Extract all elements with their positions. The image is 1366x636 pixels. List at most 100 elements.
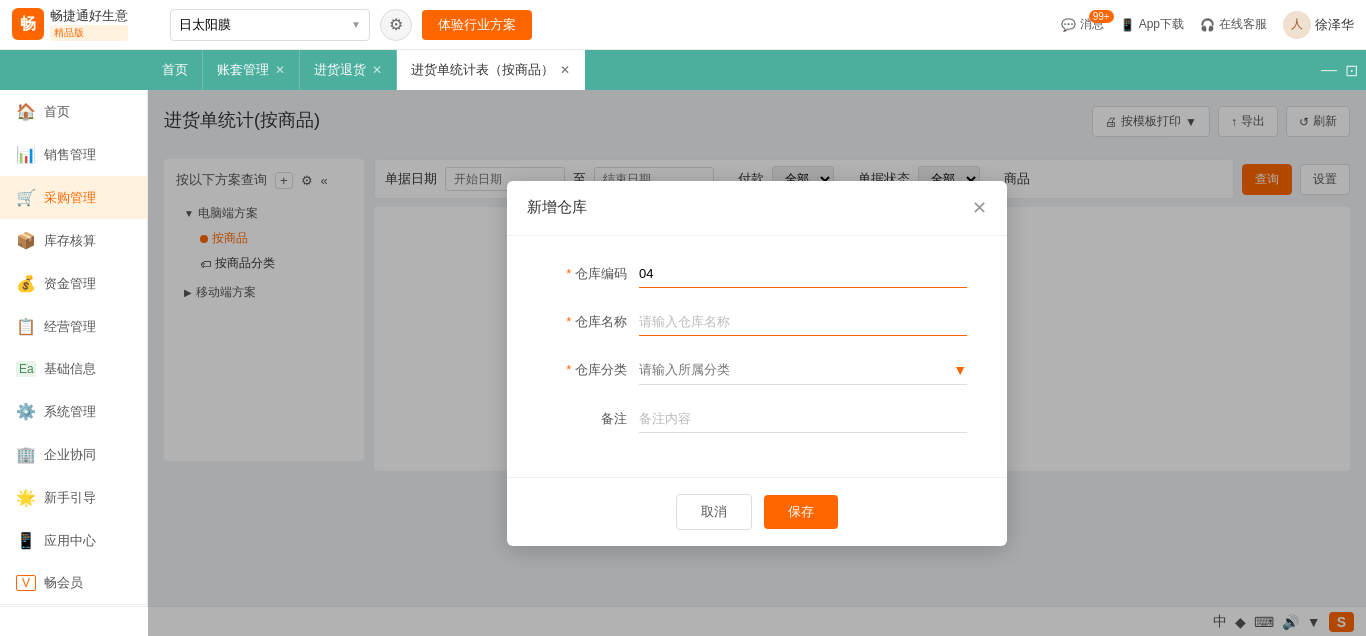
sidebar-item-purchase-label: 采购管理 [44, 189, 96, 207]
form-row-name: 仓库名称 [547, 308, 967, 336]
name-input[interactable] [639, 308, 967, 336]
tab-home[interactable]: 首页 [148, 50, 203, 90]
avatar: 人 [1283, 11, 1311, 39]
sidebar-item-guide-label: 新手引导 [44, 489, 96, 507]
system-icon: ⚙️ [16, 402, 36, 421]
inventory-icon: 📦 [16, 231, 36, 250]
app-edition: 精品版 [50, 25, 128, 41]
dialog-footer: 取消 保存 [507, 477, 1007, 546]
sidebar-item-apps[interactable]: 📱 应用中心 [0, 519, 147, 562]
sidebar-item-operations[interactable]: 📋 经营管理 [0, 305, 147, 348]
modal-overlay: 新增仓库 ✕ 仓库编码 仓库名称 仓库 [148, 90, 1366, 636]
content-area: 进货单统计(按商品) 🖨 按模板打印 ▼ ↑ 导出 ↺ 刷新 [148, 90, 1366, 636]
cancel-button[interactable]: 取消 [676, 494, 752, 530]
sidebar-item-basic-info-label: 基础信息 [44, 360, 96, 378]
settings-button[interactable]: ⚙ [380, 9, 412, 41]
message-badge: 99+ [1089, 10, 1114, 23]
main-layout: 🏠 首页 📊 销售管理 🛒 采购管理 📦 库存核算 💰 资金管理 📋 经营管理 … [0, 90, 1366, 636]
dialog-close-button[interactable]: ✕ [972, 197, 987, 219]
tab-home-label: 首页 [162, 61, 188, 79]
name-label: 仓库名称 [547, 313, 627, 331]
sidebar-item-vip[interactable]: V 畅会员 [0, 562, 147, 604]
tab-controls: — ⊡ [1321, 61, 1366, 80]
sidebar-item-enterprise[interactable]: 🏢 企业协同 [0, 433, 147, 476]
note-label: 备注 [547, 410, 627, 428]
sidebar-item-system[interactable]: ⚙️ 系统管理 [0, 390, 147, 433]
header-right: 💬 消息 99+ 📱 App下载 🎧 在线客服 人 徐泽华 [1061, 11, 1354, 39]
guide-icon: 🌟 [16, 488, 36, 507]
sidebar-item-purchase[interactable]: 🛒 采购管理 [0, 176, 147, 219]
sidebar-item-inventory[interactable]: 📦 库存核算 [0, 219, 147, 262]
code-label: 仓库编码 [547, 265, 627, 283]
category-select-wrap[interactable]: ▼ [639, 356, 967, 385]
messages-button[interactable]: 💬 消息 99+ [1061, 16, 1104, 33]
operations-icon: 📋 [16, 317, 36, 336]
username: 徐泽华 [1315, 16, 1354, 34]
sidebar-item-home[interactable]: 🏠 首页 [0, 90, 147, 133]
tab-purchase-stats-label: 进货单统计表（按商品） [411, 61, 554, 79]
tab-purchase-stats-close[interactable]: ✕ [560, 63, 570, 77]
sidebar-item-home-label: 首页 [44, 103, 70, 121]
note-input[interactable] [639, 405, 967, 433]
top-header: 畅 畅捷通好生意 精品版 ▼ ⚙ 体验行业方案 💬 消息 99+ 📱 App下载… [0, 0, 1366, 50]
vip-icon: V [16, 575, 36, 591]
logo-area: 畅 畅捷通好生意 精品版 [12, 8, 160, 41]
dialog-body: 仓库编码 仓库名称 仓库分类 ▼ [507, 236, 1007, 477]
category-label: 仓库分类 [547, 361, 627, 379]
user-info[interactable]: 人 徐泽华 [1283, 11, 1354, 39]
sidebar-item-vip-label: 畅会员 [44, 574, 83, 592]
form-row-category: 仓库分类 ▼ [547, 356, 967, 385]
tab-purchase-return-label: 进货退货 [314, 61, 366, 79]
phone-icon: 📱 [1120, 18, 1135, 32]
purchase-icon: 🛒 [16, 188, 36, 207]
online-service-label: 在线客服 [1219, 16, 1267, 33]
search-dropdown-icon: ▼ [351, 19, 361, 30]
tab-purchase-return-close[interactable]: ✕ [372, 63, 382, 77]
sidebar-item-finance-label: 资金管理 [44, 275, 96, 293]
sidebar-item-operations-label: 经营管理 [44, 318, 96, 336]
tab-bar: 首页 账套管理 ✕ 进货退货 ✕ 进货单统计表（按商品） ✕ — ⊡ [0, 50, 1366, 90]
tab-purchase-stats[interactable]: 进货单统计表（按商品） ✕ [397, 50, 585, 90]
search-bar[interactable]: ▼ [170, 9, 370, 41]
sidebar-item-basic-info[interactable]: Ea 基础信息 [0, 348, 147, 390]
app-name: 畅捷通好生意 [50, 8, 128, 25]
trial-button[interactable]: 体验行业方案 [422, 10, 532, 40]
tab-account-label: 账套管理 [217, 61, 269, 79]
category-dropdown-icon: ▼ [953, 362, 967, 378]
code-input[interactable] [639, 260, 967, 288]
sidebar-item-apps-label: 应用中心 [44, 532, 96, 550]
sidebar-item-sales[interactable]: 📊 销售管理 [0, 133, 147, 176]
sidebar-item-sales-label: 销售管理 [44, 146, 96, 164]
apps-icon: 📱 [16, 531, 36, 550]
form-row-note: 备注 [547, 405, 967, 433]
sidebar-item-enterprise-label: 企业协同 [44, 446, 96, 464]
tab-minimize-icon[interactable]: — [1321, 61, 1337, 79]
app-download-button[interactable]: 📱 App下载 [1120, 16, 1184, 33]
form-row-code: 仓库编码 [547, 260, 967, 288]
tab-maximize-icon[interactable]: ⊡ [1345, 61, 1358, 80]
logo-icon: 畅 [12, 8, 44, 40]
sidebar-item-finance[interactable]: 💰 资金管理 [0, 262, 147, 305]
enterprise-icon: 🏢 [16, 445, 36, 464]
search-input[interactable] [179, 17, 351, 32]
basic-info-icon: Ea [16, 361, 36, 377]
tab-account-management[interactable]: 账套管理 ✕ [203, 50, 300, 90]
sidebar-item-system-label: 系统管理 [44, 403, 96, 421]
app-download-label: App下载 [1139, 16, 1184, 33]
dialog-add-warehouse: 新增仓库 ✕ 仓库编码 仓库名称 仓库 [507, 181, 1007, 546]
dialog-header: 新增仓库 ✕ [507, 181, 1007, 236]
message-icon: 💬 [1061, 18, 1076, 32]
dialog-title: 新增仓库 [527, 198, 587, 217]
tab-purchase-return[interactable]: 进货退货 ✕ [300, 50, 397, 90]
headset-icon: 🎧 [1200, 18, 1215, 32]
home-icon: 🏠 [16, 102, 36, 121]
sidebar: 🏠 首页 📊 销售管理 🛒 采购管理 📦 库存核算 💰 资金管理 📋 经营管理 … [0, 90, 148, 636]
online-service-button[interactable]: 🎧 在线客服 [1200, 16, 1267, 33]
finance-icon: 💰 [16, 274, 36, 293]
tab-account-close[interactable]: ✕ [275, 63, 285, 77]
sales-icon: 📊 [16, 145, 36, 164]
sidebar-item-inventory-label: 库存核算 [44, 232, 96, 250]
save-button[interactable]: 保存 [764, 495, 838, 529]
category-input[interactable] [639, 362, 953, 377]
sidebar-item-guide[interactable]: 🌟 新手引导 [0, 476, 147, 519]
